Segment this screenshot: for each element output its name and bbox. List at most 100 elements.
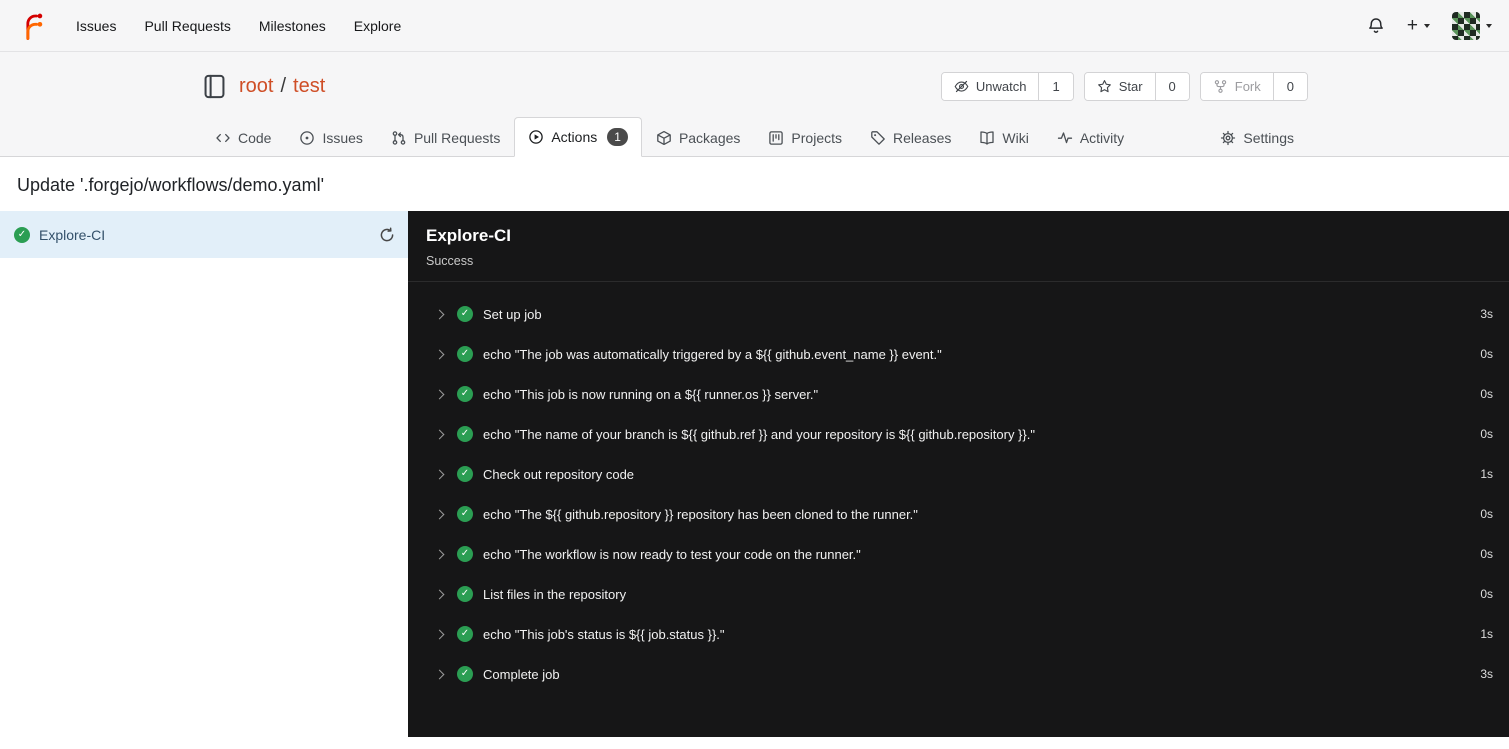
nav-explore[interactable]: Explore	[343, 10, 412, 42]
caret-down-icon	[1424, 23, 1430, 28]
step-row[interactable]: echo "The ${{ github.repository }} repos…	[408, 494, 1509, 534]
pull-request-icon	[391, 130, 407, 146]
stars-count[interactable]: 0	[1154, 73, 1189, 100]
nav-pull-requests[interactable]: Pull Requests	[133, 10, 241, 42]
repo-title-row: root / test Unwatch 1 Star 0 Fork 0	[201, 72, 1308, 101]
sidebar-job-explore-ci[interactable]: Explore-CI	[0, 211, 408, 258]
page-title: Update '.forgejo/workflows/demo.yaml'	[17, 175, 325, 195]
tab-projects[interactable]: Projects	[754, 119, 856, 157]
tab-actions[interactable]: Actions 1	[514, 117, 642, 157]
rerun-icon[interactable]	[379, 226, 395, 243]
tab-pull-requests[interactable]: Pull Requests	[377, 119, 514, 157]
forks-count[interactable]: 0	[1272, 73, 1307, 100]
tab-code[interactable]: Code	[201, 119, 285, 157]
step-duration: 0s	[1480, 587, 1493, 601]
chevron-right-icon	[434, 669, 445, 679]
run-status: Success	[426, 254, 474, 268]
step-label: List files in the repository	[483, 586, 627, 602]
star-icon	[1097, 79, 1112, 94]
step-duration: 1s	[1480, 467, 1493, 481]
tab-label: Packages	[678, 130, 741, 146]
issue-opened-icon	[299, 130, 315, 146]
tab-packages[interactable]: Packages	[642, 119, 754, 157]
chevron-right-icon	[434, 549, 445, 559]
tab-activity[interactable]: Activity	[1043, 119, 1138, 157]
chevron-right-icon	[434, 629, 445, 639]
step-row[interactable]: echo "The name of your branch is ${{ git…	[408, 414, 1509, 454]
check-circle-icon	[457, 426, 473, 442]
chevron-right-icon	[434, 389, 445, 399]
step-duration: 0s	[1480, 507, 1493, 521]
caret-down-icon	[1486, 23, 1492, 28]
nav-milestones[interactable]: Milestones	[248, 10, 337, 42]
check-circle-icon	[457, 586, 473, 602]
unwatch-label: Unwatch	[975, 79, 1027, 94]
star-label: Star	[1118, 79, 1143, 94]
repo-name-link[interactable]: test	[293, 75, 325, 98]
check-circle-icon	[457, 626, 473, 642]
step-duration: 3s	[1480, 307, 1493, 321]
run-sidebar: Explore-CI	[0, 211, 408, 737]
chevron-right-icon	[434, 589, 445, 599]
step-row[interactable]: List files in the repository 0s	[408, 574, 1509, 614]
step-row[interactable]: echo "The workflow is now ready to test …	[408, 534, 1509, 574]
check-circle-icon	[14, 226, 30, 243]
step-label: Complete job	[483, 666, 560, 682]
step-row[interactable]: echo "This job's status is ${{ job.statu…	[408, 614, 1509, 654]
step-duration: 0s	[1480, 347, 1493, 361]
step-list: Set up job 3s echo "The job was automati…	[408, 282, 1509, 706]
nav-issues[interactable]: Issues	[65, 10, 127, 42]
check-circle-icon	[457, 466, 473, 482]
star-button[interactable]: Star	[1084, 73, 1155, 100]
log-panel: Explore-CI Success Set up job 3s echo "T…	[408, 211, 1509, 737]
step-label: echo "The job was automatically triggere…	[483, 346, 942, 362]
forgejo-logo[interactable]	[17, 11, 47, 41]
repo-header: root / test Unwatch 1 Star 0 Fork 0 Code…	[0, 52, 1509, 157]
check-circle-icon	[457, 306, 473, 322]
tab-settings[interactable]: Settings	[1206, 119, 1308, 157]
repo-owner-link[interactable]: root	[239, 75, 273, 98]
step-row[interactable]: Complete job 3s	[408, 654, 1509, 694]
fork-button[interactable]: Fork	[1200, 73, 1273, 100]
check-circle-icon	[457, 506, 473, 522]
step-row[interactable]: echo "This job is now running on a ${{ r…	[408, 374, 1509, 414]
step-row[interactable]: Set up job 3s	[408, 294, 1509, 334]
tab-label: Code	[238, 130, 272, 146]
watchers-count[interactable]: 1	[1038, 73, 1073, 100]
book-icon	[979, 130, 995, 146]
tab-releases[interactable]: Releases	[856, 119, 965, 157]
chevron-right-icon	[434, 309, 445, 319]
tab-wiki[interactable]: Wiki	[965, 119, 1042, 157]
fork-icon	[1213, 79, 1228, 94]
tab-label: Settings	[1243, 130, 1294, 146]
step-duration: 0s	[1480, 427, 1493, 441]
plus-icon	[1407, 16, 1418, 35]
repo-action-buttons: Unwatch 1 Star 0 Fork 0	[940, 72, 1308, 101]
tab-label: Pull Requests	[413, 130, 501, 146]
tab-label: Activity	[1079, 130, 1125, 146]
check-circle-icon	[457, 386, 473, 402]
notifications-button[interactable]	[1367, 17, 1385, 35]
user-menu-button[interactable]	[1452, 11, 1492, 40]
breadcrumb-separator: /	[280, 75, 287, 97]
step-row[interactable]: echo "The job was automatically triggere…	[408, 334, 1509, 374]
tab-issues[interactable]: Issues	[285, 119, 376, 157]
gear-icon	[1220, 130, 1236, 146]
tab-label: Issues	[322, 130, 363, 146]
step-label: echo "This job's status is ${{ job.statu…	[483, 626, 725, 642]
fork-label: Fork	[1234, 79, 1261, 94]
repo-tab-bar: Code Issues Pull Requests Actions 1 Pack…	[201, 117, 1308, 157]
check-circle-icon	[457, 346, 473, 362]
step-row[interactable]: Check out repository code 1s	[408, 454, 1509, 494]
job-label: Explore-CI	[39, 226, 106, 243]
create-new-button[interactable]	[1407, 16, 1430, 35]
breadcrumb: root / test	[239, 75, 325, 98]
step-duration: 3s	[1480, 667, 1493, 681]
project-icon	[768, 130, 784, 146]
tab-label: Actions	[551, 129, 598, 145]
play-circle-icon	[528, 129, 544, 145]
unwatch-button[interactable]: Unwatch	[941, 73, 1039, 100]
log-header: Explore-CI Success	[408, 211, 1509, 282]
bell-icon	[1367, 17, 1385, 35]
chevron-right-icon	[434, 349, 445, 359]
